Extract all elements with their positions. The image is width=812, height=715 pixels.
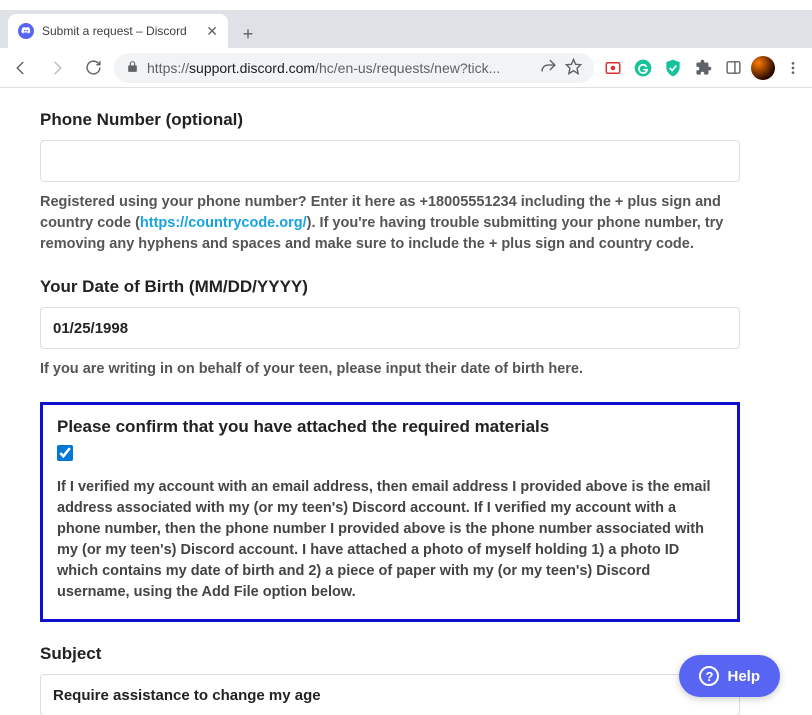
confirm-checkbox-row <box>57 445 723 465</box>
extension-shield-icon[interactable] <box>660 55 686 81</box>
browser-tab-active[interactable]: Submit a request – Discord ✕ <box>8 14 228 48</box>
address-bar[interactable]: https://support.discord.com/hc/en-us/req… <box>114 53 594 83</box>
new-tab-button[interactable]: + <box>234 20 262 48</box>
dob-label: Your Date of Birth (MM/DD/YYYY) <box>40 277 740 297</box>
confirm-description: If I verified my account with an email a… <box>57 477 723 603</box>
lock-icon <box>126 60 139 76</box>
phone-helper-text: Registered using your phone number? Ente… <box>40 192 740 255</box>
help-question-icon: ? <box>699 666 719 686</box>
help-widget-button[interactable]: ? Help <box>679 655 780 697</box>
browser-toolbar: https://support.discord.com/hc/en-us/req… <box>0 48 812 88</box>
url-text: https://support.discord.com/hc/en-us/req… <box>147 60 532 76</box>
extension-icon-1[interactable] <box>600 55 626 81</box>
extensions-puzzle-icon[interactable] <box>690 55 716 81</box>
countrycode-link[interactable]: https://countrycode.org/ <box>140 215 307 231</box>
phone-input[interactable] <box>40 140 740 182</box>
forward-button[interactable] <box>42 53 72 83</box>
reload-button[interactable] <box>78 53 108 83</box>
subject-label: Subject <box>40 644 740 664</box>
subject-input[interactable] <box>40 674 740 715</box>
confirm-heading: Please confirm that you have attached th… <box>57 417 723 437</box>
extension-grammarly-icon[interactable] <box>630 55 656 81</box>
dob-helper-text: If you are writing in on behalf of your … <box>40 359 740 380</box>
tab-close-icon[interactable]: ✕ <box>206 23 218 40</box>
profile-avatar[interactable] <box>750 55 776 81</box>
bookmark-star-icon[interactable] <box>565 58 582 78</box>
back-button[interactable] <box>6 53 36 83</box>
browser-menu-icon[interactable] <box>780 55 806 81</box>
toolbar-actions <box>600 55 806 81</box>
share-icon[interactable] <box>540 58 557 78</box>
phone-label: Phone Number (optional) <box>40 110 740 130</box>
side-panel-icon[interactable] <box>720 55 746 81</box>
page-viewport: Phone Number (optional) Registered using… <box>0 88 812 715</box>
form-content: Phone Number (optional) Registered using… <box>0 88 780 715</box>
dob-input[interactable] <box>40 307 740 349</box>
confirm-materials-box: Please confirm that you have attached th… <box>40 402 740 622</box>
page-scroll-area[interactable]: Phone Number (optional) Registered using… <box>0 88 812 715</box>
tab-title: Submit a request – Discord <box>42 24 198 38</box>
help-label: Help <box>727 668 760 685</box>
confirm-checkbox[interactable] <box>57 445 73 461</box>
discord-favicon-icon <box>18 23 34 39</box>
browser-tabstrip: Submit a request – Discord ✕ + <box>0 10 812 48</box>
